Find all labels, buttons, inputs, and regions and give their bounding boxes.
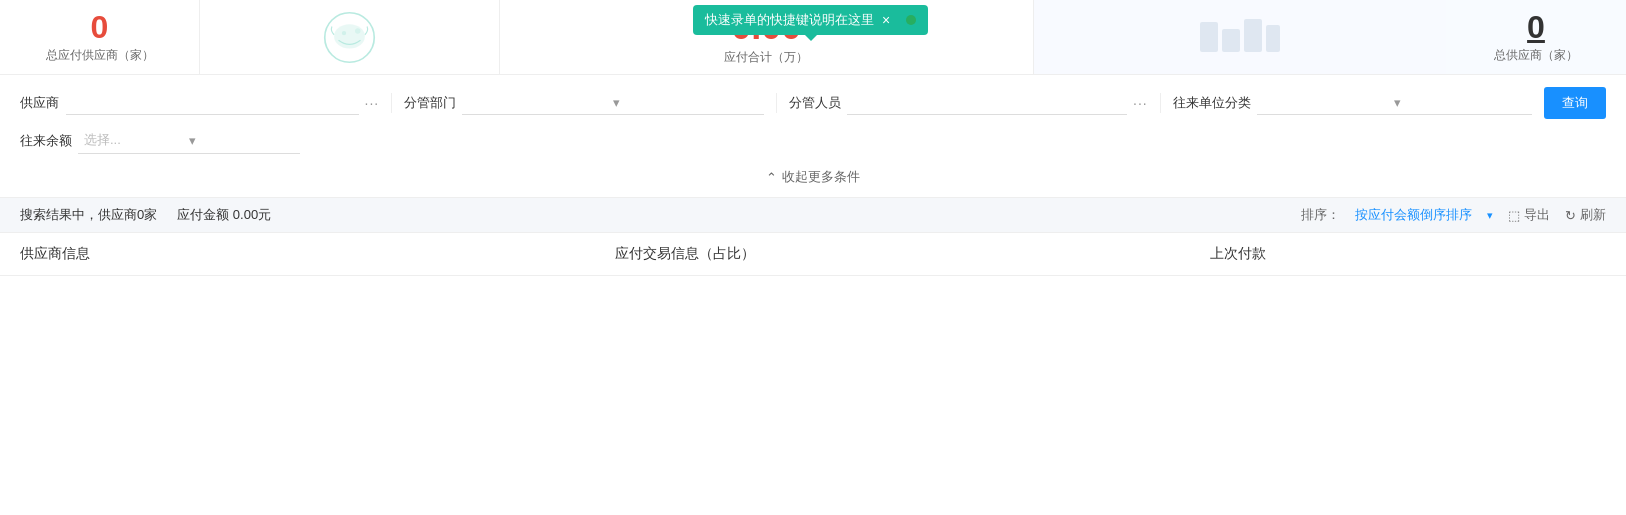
supplier-more-icon[interactable]: ··· (365, 95, 380, 111)
refresh-button[interactable]: ↻ 刷新 (1565, 206, 1606, 224)
bg-decoration (1034, 0, 1447, 74)
supplier-label: 供应商 (20, 94, 60, 112)
result-summary: 搜索结果中，供应商0家 (20, 206, 157, 224)
search-button[interactable]: 查询 (1544, 87, 1606, 119)
unit-category-dropdown[interactable]: ▾ (1257, 91, 1532, 115)
svg-point-3 (355, 28, 361, 34)
svg-rect-4 (1200, 22, 1218, 52)
filter-area: 供应商 ··· 分管部门 ▾ 分管人员 ··· 往来单位分类 ▾ (0, 75, 1626, 198)
total-suppliers-number: 0 (1527, 11, 1545, 43)
balance-arrow-icon: ▾ (189, 133, 294, 148)
svg-point-2 (342, 30, 346, 34)
department-dropdown[interactable]: ▾ (462, 91, 763, 115)
result-bar: 搜索结果中，供应商0家 应付金额 0.00元 排序： 按应付会额倒序排序 ▾ ⬚… (0, 198, 1626, 233)
department-label: 分管部门 (404, 94, 456, 112)
refresh-icon: ↻ (1565, 208, 1576, 223)
filter-row-2: 往来余额 选择... ▾ (20, 127, 1606, 154)
stat-total-suppliers: 0 总供应商（家） (1446, 0, 1626, 74)
result-info: 搜索结果中，供应商0家 应付金额 0.00元 (20, 206, 271, 224)
svg-rect-5 (1222, 29, 1240, 52)
export-icon: ⬚ (1508, 208, 1520, 223)
stat-icon-area (200, 0, 500, 74)
manager-more-icon[interactable]: ··· (1133, 95, 1148, 111)
col-transaction-info-header: 应付交易信息（占比） (615, 245, 1210, 263)
sort-value[interactable]: 按应付会额倒序排序 (1355, 206, 1472, 224)
result-actions: 排序： 按应付会额倒序排序 ▾ ⬚ 导出 ↻ 刷新 (1301, 206, 1606, 224)
filter-row-1: 供应商 ··· 分管部门 ▾ 分管人员 ··· 往来单位分类 ▾ (20, 87, 1606, 119)
balance-field: 往来余额 选择... ▾ (20, 127, 300, 154)
collapse-chevron-icon: ⌃ (766, 170, 777, 185)
unit-category-arrow-icon: ▾ (1394, 95, 1526, 110)
export-button[interactable]: ⬚ 导出 (1508, 206, 1550, 224)
supplier-field: 供应商 ··· (20, 91, 379, 115)
supplier-input[interactable] (66, 91, 359, 115)
stats-bar: 0 总应付供应商（家） 0.00 应付合计（万） 快速录单的快捷键说明在这里 × (0, 0, 1626, 75)
department-arrow-icon: ▾ (613, 95, 758, 110)
svg-rect-7 (1266, 25, 1280, 52)
payable-suppliers-label: 总应付供应商（家） (46, 47, 154, 64)
collapse-button[interactable]: ⌃ 收起更多条件 (746, 162, 880, 192)
col-last-payment-header: 上次付款 (1210, 245, 1607, 263)
tooltip-text: 快速录单的快捷键说明在这里 (705, 11, 874, 29)
manager-field: 分管人员 ··· (789, 91, 1148, 115)
balance-placeholder: 选择... (84, 131, 189, 149)
col-supplier-label: 供应商信息 (20, 245, 90, 261)
table-body (0, 276, 1626, 515)
sort-label: 排序： (1301, 206, 1340, 224)
department-field: 分管部门 ▾ (404, 91, 763, 115)
col-supplier-info-header: 供应商信息 (20, 245, 615, 263)
total-suppliers-label: 总供应商（家） (1494, 47, 1578, 64)
result-amount: 应付金额 0.00元 (177, 206, 271, 224)
balance-dropdown[interactable]: 选择... ▾ (78, 127, 300, 154)
manager-label: 分管人员 (789, 94, 841, 112)
pig-icon (322, 10, 377, 65)
table-header: 供应商信息 应付交易信息（占比） 上次付款 (0, 233, 1626, 276)
col-transaction-label: 应付交易信息（占比） (615, 245, 755, 261)
svg-rect-6 (1244, 19, 1262, 52)
tooltip-close-button[interactable]: × (882, 13, 890, 27)
balance-label: 往来余额 (20, 132, 72, 150)
col-last-payment-label: 上次付款 (1210, 245, 1266, 261)
export-label: 导出 (1524, 206, 1550, 224)
payable-suppliers-number: 0 (91, 11, 109, 43)
divider-1 (391, 93, 392, 113)
manager-input[interactable] (847, 91, 1128, 115)
refresh-label: 刷新 (1580, 206, 1606, 224)
tooltip-dot (906, 15, 916, 25)
stat-payable-suppliers: 0 总应付供应商（家） (0, 0, 200, 74)
payable-total-label: 应付合计（万） (724, 49, 808, 66)
shortcut-tooltip: 快速录单的快捷键说明在这里 × (693, 5, 928, 35)
divider-2 (776, 93, 777, 113)
unit-category-field: 往来单位分类 ▾ (1173, 91, 1532, 115)
divider-3 (1160, 93, 1161, 113)
collapse-label: 收起更多条件 (782, 168, 860, 186)
unit-category-label: 往来单位分类 (1173, 94, 1251, 112)
sort-arrow-icon: ▾ (1487, 209, 1493, 222)
